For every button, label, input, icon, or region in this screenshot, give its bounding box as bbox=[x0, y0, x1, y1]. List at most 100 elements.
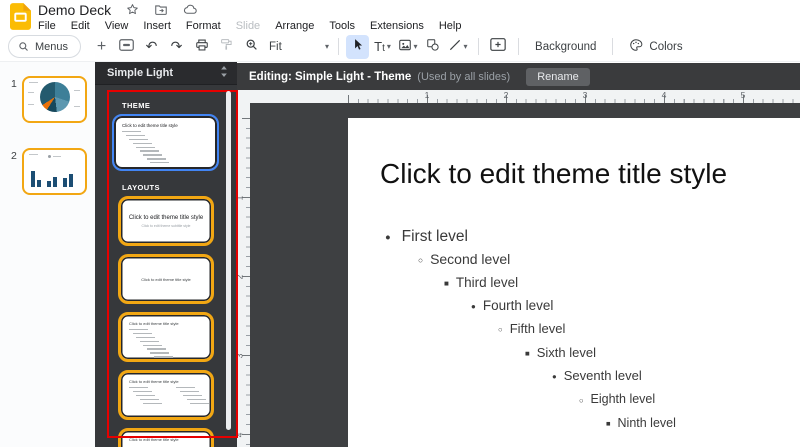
zoom-select[interactable]: Fit ▾ bbox=[269, 41, 329, 53]
menu-edit[interactable]: Edit bbox=[71, 20, 90, 32]
star-icon[interactable] bbox=[126, 3, 139, 16]
bullet-marker: ● bbox=[471, 302, 476, 312]
new-slide-button[interactable]: + bbox=[90, 35, 113, 59]
background-label: Background bbox=[535, 40, 597, 53]
slide-filmstrip: 1 2 bbox=[0, 62, 95, 447]
menus-label: Menus bbox=[35, 40, 69, 53]
bullet-text: Seventh level bbox=[563, 368, 642, 384]
insert-shape-button[interactable] bbox=[421, 35, 444, 59]
ruler-number: 5 bbox=[740, 90, 746, 100]
background-button[interactable]: Background bbox=[526, 35, 605, 59]
master-title-text: Click to edit theme title style bbox=[122, 123, 178, 128]
menu-file[interactable]: File bbox=[38, 20, 56, 32]
bullet-marker: ■ bbox=[606, 419, 611, 428]
ruler-number: 1 bbox=[237, 196, 244, 201]
zoom-button[interactable] bbox=[240, 35, 263, 59]
ruler-number: 3 bbox=[582, 90, 588, 100]
toolbar-separator bbox=[518, 38, 520, 55]
move-folder-icon[interactable] bbox=[154, 3, 168, 17]
slide-1-thumbnail[interactable] bbox=[22, 76, 87, 123]
bullet-text: Fourth level bbox=[482, 298, 554, 314]
chart-legend-dot bbox=[48, 155, 51, 158]
google-slides-window: Demo Deck File Edit View Insert Format S… bbox=[0, 0, 800, 447]
layout-centered-text[interactable]: Click to edit theme title style bbox=[118, 254, 214, 304]
insert-placeholder-button[interactable] bbox=[486, 35, 509, 59]
slide-body-placeholder[interactable]: ● First level ○ Second level ■ Third level … bbox=[348, 226, 800, 435]
slide-2-thumbnail[interactable] bbox=[22, 148, 87, 195]
ruler-number: 2 bbox=[237, 275, 244, 280]
rename-button[interactable]: Rename bbox=[526, 67, 590, 86]
templates-button[interactable] bbox=[115, 35, 138, 59]
toolbar: Menus + ↶ ↷ Fit ▾ Tt ▾ ▾ ▾ Background Co… bbox=[0, 32, 800, 62]
vertical-ruler[interactable]: 1 2 3 4 bbox=[237, 103, 250, 447]
bullet-marker: ■ bbox=[525, 348, 530, 358]
bullet-item: ○ Fifth level bbox=[348, 318, 800, 341]
undo-button[interactable]: ↶ bbox=[140, 35, 163, 59]
text-tool-icon: Tt bbox=[374, 39, 385, 54]
theme-master-thumbnail[interactable]: Click to edit theme title style bbox=[112, 114, 219, 171]
unfold-more-icon[interactable] bbox=[220, 66, 228, 80]
ruler-number: 1 bbox=[424, 90, 430, 100]
layout-title-and-body[interactable]: Click to edit theme title style bbox=[118, 312, 214, 362]
toolbar-separator bbox=[612, 38, 614, 55]
layout-title-slide[interactable]: Click to edit theme title style Click to… bbox=[118, 196, 214, 246]
menu-format[interactable]: Format bbox=[186, 20, 221, 32]
horizontal-ruler[interactable]: 1 2 3 4 5 bbox=[237, 90, 800, 103]
zoom-fit-label: Fit bbox=[269, 40, 282, 53]
insert-image-button[interactable]: ▾ bbox=[396, 35, 419, 59]
layout-title-text: Click to edit theme title style bbox=[129, 321, 179, 326]
topbar: Demo Deck File Edit View Insert Format S… bbox=[0, 0, 800, 32]
placeholder-icon bbox=[489, 38, 506, 55]
toolbar-separator bbox=[338, 38, 340, 55]
bullet-item: ● Seventh level bbox=[348, 365, 800, 388]
line-icon bbox=[448, 38, 462, 56]
menubar: File Edit View Insert Format Slide Arran… bbox=[38, 20, 461, 32]
menu-tools[interactable]: Tools bbox=[329, 20, 355, 32]
slides-logo-icon[interactable] bbox=[10, 3, 31, 30]
slide-title-placeholder[interactable]: Click to edit theme title style bbox=[380, 158, 727, 190]
toolbar-separator bbox=[478, 38, 480, 55]
editing-note: (Used by all slides) bbox=[417, 70, 511, 83]
bullet-marker: ○ bbox=[418, 255, 424, 266]
palette-icon bbox=[629, 38, 643, 55]
layout-title-and-two-columns[interactable]: Click to edit theme title style bbox=[118, 370, 214, 420]
undo-icon: ↶ bbox=[145, 38, 158, 54]
layout-bullet-preview bbox=[129, 387, 162, 406]
chevron-down-icon: ▾ bbox=[325, 42, 330, 51]
bullet-marker: ○ bbox=[498, 325, 503, 335]
menus-search-button[interactable]: Menus bbox=[8, 35, 82, 58]
slide-canvas: 1 2 3 4 Click to edit theme title style … bbox=[237, 103, 800, 447]
document-title[interactable]: Demo Deck bbox=[38, 2, 111, 18]
menu-view[interactable]: View bbox=[105, 20, 129, 32]
ruler-number: 3 bbox=[237, 354, 244, 359]
bullet-marker: ● bbox=[385, 232, 391, 242]
chart-legend-line bbox=[53, 156, 61, 157]
menu-help[interactable]: Help bbox=[439, 20, 462, 32]
menu-arrange[interactable]: Arrange bbox=[275, 20, 314, 32]
insert-line-button[interactable]: ▾ bbox=[446, 35, 469, 59]
bullet-item: ○ Eighth level bbox=[348, 388, 800, 411]
layout-title-only[interactable]: Click to edit theme title style bbox=[118, 428, 214, 447]
menu-extensions[interactable]: Extensions bbox=[370, 20, 424, 32]
cloud-saved-icon[interactable] bbox=[183, 2, 198, 17]
select-tool-button[interactable] bbox=[346, 34, 370, 59]
bullet-item: ■ Sixth level bbox=[348, 342, 800, 365]
theme-name: Simple Light bbox=[107, 67, 173, 79]
redo-button[interactable]: ↷ bbox=[165, 35, 188, 59]
bullet-text: Second level bbox=[430, 251, 511, 268]
editing-title: Editing: Simple Light - Theme bbox=[249, 70, 412, 83]
main-editing-area: Editing: Simple Light - Theme (Used by a… bbox=[237, 62, 800, 447]
panel-scrollbar[interactable] bbox=[226, 91, 231, 430]
text-box-tool-button[interactable]: Tt ▾ bbox=[371, 35, 394, 59]
slide-number: 2 bbox=[11, 150, 17, 162]
theme-master-slide[interactable]: Click to edit theme title style ● First l… bbox=[348, 118, 800, 447]
print-button[interactable] bbox=[190, 35, 213, 59]
menu-insert[interactable]: Insert bbox=[143, 20, 171, 32]
theme-panel-header[interactable]: Simple Light bbox=[95, 62, 237, 85]
plus-icon: + bbox=[96, 37, 107, 55]
bullet-item: ● First level bbox=[348, 226, 800, 248]
pie-chart-figure bbox=[40, 82, 70, 112]
colors-button[interactable]: Colors bbox=[620, 35, 691, 59]
search-icon bbox=[18, 41, 29, 52]
layout-bullet-preview bbox=[176, 387, 209, 406]
